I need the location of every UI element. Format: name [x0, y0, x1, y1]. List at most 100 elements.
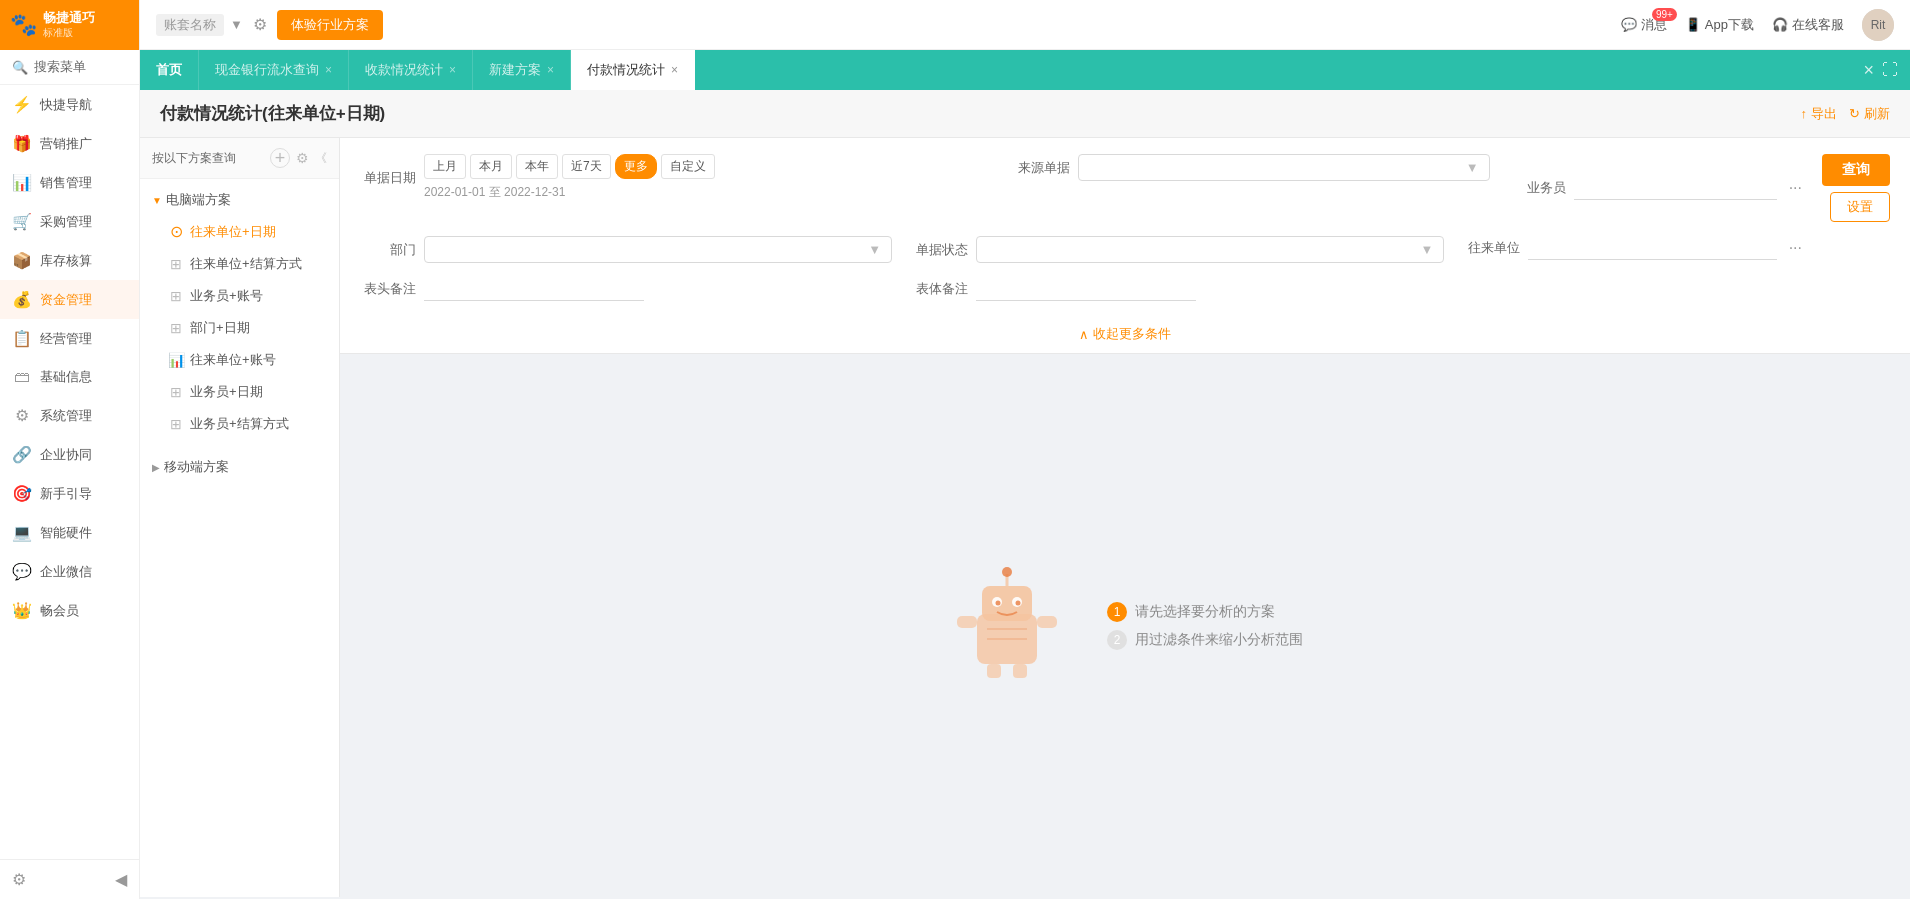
tabbar: 首页 现金银行流水查询 × 收款情况统计 × 新建方案 × 付款情况统计 × ×… [140, 50, 1910, 90]
scheme-item-staff-account[interactable]: ⊞ 业务员+账号 [140, 280, 339, 312]
partner-input[interactable] [1528, 236, 1776, 260]
scheme-item-staff-date[interactable]: ⊞ 业务员+日期 [140, 376, 339, 408]
app-download-btn[interactable]: 📱 App下载 [1685, 16, 1754, 34]
scheme-collapse-icon[interactable]: 《 [315, 150, 327, 167]
guide-icon: 🎯 [12, 484, 32, 503]
sidebar-item-system[interactable]: ⚙ 系统管理 [0, 396, 139, 435]
sidebar-item-label: 库存核算 [40, 252, 92, 270]
sidebar-item-inventory[interactable]: 📦 库存核算 [0, 241, 139, 280]
user-avatar[interactable]: Rit [1862, 9, 1894, 41]
scheme-group-desktop-header[interactable]: ▼ 电脑端方案 [140, 185, 339, 215]
collapse-sidebar-icon[interactable]: ◀ [115, 870, 127, 889]
scheme-item-label: 往来单位+结算方式 [190, 255, 302, 273]
refresh-icon: ↻ [1849, 106, 1860, 121]
scheme-item-label: 业务员+日期 [190, 383, 263, 401]
collapse-bar[interactable]: ∧ 收起更多条件 [340, 315, 1910, 353]
partner-label: 往来单位 [1464, 239, 1520, 257]
sidebar-item-shortcut[interactable]: ⚡ 快捷导航 [0, 85, 139, 124]
sidebar-item-guide[interactable]: 🎯 新手引导 [0, 474, 139, 513]
export-btn[interactable]: ↑ 导出 [1801, 105, 1838, 123]
source-select[interactable]: ▼ [1078, 154, 1490, 181]
sidebar-item-operation[interactable]: 📋 经营管理 [0, 319, 139, 358]
query-btn[interactable]: 查询 [1822, 154, 1890, 186]
search-menu[interactable]: 🔍 搜索菜单 [0, 50, 139, 85]
dept-select[interactable]: ▼ [424, 236, 892, 263]
date-btn-custom[interactable]: 自定义 [661, 154, 715, 179]
query-action-col: 查询 设置 [1810, 154, 1890, 222]
sidebar-item-basic[interactable]: 🗃 基础信息 [0, 358, 139, 396]
dept-chevron-icon: ▼ [868, 242, 881, 257]
scheme-settings-icon[interactable]: ⚙ [296, 150, 309, 166]
empty-step-2: 2 用过滤条件来缩小分析范围 [1107, 630, 1303, 650]
staff-input[interactable] [1574, 176, 1777, 200]
account-selector[interactable]: 账套名称 ▼ [156, 14, 243, 36]
close-all-tabs-icon[interactable]: × [1863, 60, 1874, 81]
tab-bank-close[interactable]: × [325, 63, 332, 77]
sidebar-item-purchase[interactable]: 🛒 采购管理 [0, 202, 139, 241]
date-btn-last-7[interactable]: 近7天 [562, 154, 611, 179]
export-label: 导出 [1811, 105, 1837, 123]
date-btn-this-year[interactable]: 本年 [516, 154, 558, 179]
fund-icon: 💰 [12, 290, 32, 309]
tab-bank[interactable]: 现金银行流水查询 × [199, 50, 349, 90]
table-header-note-input[interactable] [424, 277, 644, 301]
sidebar-item-label: 经营管理 [40, 330, 92, 348]
tab-home[interactable]: 首页 [140, 50, 199, 90]
right-panel: 单据日期 上月 本月 本年 近7天 更多 自定义 [340, 138, 1910, 897]
service-icon: 🎧 [1772, 17, 1788, 32]
date-btn-this-month[interactable]: 本月 [470, 154, 512, 179]
scheme-group-mobile: ▶ 移动端方案 [140, 446, 339, 488]
add-scheme-icon[interactable]: + [270, 148, 290, 168]
tab-new[interactable]: 新建方案 × [473, 50, 571, 90]
date-btn-last-month[interactable]: 上月 [424, 154, 466, 179]
sidebar-item-sales[interactable]: 📊 销售管理 [0, 163, 139, 202]
tab-receipt-close[interactable]: × [449, 63, 456, 77]
messages-btn[interactable]: 💬 消息 99+ [1621, 16, 1667, 34]
filter-section: 单据日期 上月 本月 本年 近7天 更多 自定义 [340, 138, 1910, 354]
trial-btn[interactable]: 体验行业方案 [277, 10, 383, 40]
source-chevron-icon: ▼ [1466, 160, 1479, 175]
shortcut-icon: ⚡ [12, 95, 32, 114]
online-service-btn[interactable]: 🎧 在线客服 [1772, 16, 1844, 34]
scheme-item-dept-date[interactable]: ⊞ 部门+日期 [140, 312, 339, 344]
scheme-item-unit-settlement[interactable]: ⊞ 往来单位+结算方式 [140, 248, 339, 280]
app-icon: 📱 [1685, 17, 1701, 32]
filter-group-table-header-note: 表头备注 [360, 277, 892, 301]
table-body-note-input[interactable] [976, 277, 1196, 301]
scheme-group-mobile-header[interactable]: ▶ 移动端方案 [140, 452, 339, 482]
refresh-btn[interactable]: ↻ 刷新 [1849, 105, 1890, 123]
maximize-icon[interactable]: ⛶ [1882, 61, 1898, 79]
sidebar-item-member[interactable]: 👑 畅会员 [0, 591, 139, 630]
topbar-gear-icon[interactable]: ⚙ [253, 15, 267, 34]
sidebar-item-fund[interactable]: 💰 资金管理 [0, 280, 139, 319]
sidebar-item-enterprise[interactable]: 🔗 企业协同 [0, 435, 139, 474]
search-icon: 🔍 [12, 60, 28, 75]
sidebar-item-marketing[interactable]: 🎁 营销推广 [0, 124, 139, 163]
settings-btn[interactable]: 设置 [1830, 192, 1890, 222]
svg-point-7 [1002, 567, 1012, 577]
partner-ellipsis[interactable]: ··· [1789, 239, 1802, 257]
scheme-item-label: 业务员+账号 [190, 287, 263, 305]
tab-new-close[interactable]: × [547, 63, 554, 77]
system-icon: ⚙ [12, 406, 32, 425]
sidebar-item-wechat[interactable]: 💬 企业微信 [0, 552, 139, 591]
sidebar-item-label: 采购管理 [40, 213, 92, 231]
voucher-status-select[interactable]: ▼ [976, 236, 1444, 263]
scheme-item-staff-settlement[interactable]: ⊞ 业务员+结算方式 [140, 408, 339, 440]
svg-rect-8 [957, 616, 977, 628]
tab-payment-close[interactable]: × [671, 63, 678, 77]
tab-payment[interactable]: 付款情况统计 × [571, 50, 695, 90]
messages-badge: 99+ [1652, 8, 1677, 21]
settings-bottom-icon[interactable]: ⚙ [12, 870, 26, 889]
scheme-item-unit-date[interactable]: ⊙ 往来单位+日期 [140, 215, 339, 248]
date-btn-more[interactable]: 更多 [615, 154, 657, 179]
results-section: 1 请先选择要分析的方案 2 用过滤条件来缩小分析范围 [340, 354, 1910, 897]
step-2-text: 用过滤条件来缩小分析范围 [1135, 631, 1303, 649]
marketing-icon: 🎁 [12, 134, 32, 153]
scheme-item-unit-account[interactable]: 📊 往来单位+账号 [140, 344, 339, 376]
sidebar-item-hardware[interactable]: 💻 智能硬件 [0, 513, 139, 552]
topbar-left: 账套名称 ▼ ⚙ 体验行业方案 [156, 10, 383, 40]
tab-receipt[interactable]: 收款情况统计 × [349, 50, 473, 90]
staff-ellipsis[interactable]: ··· [1789, 179, 1802, 197]
table-header-note-label: 表头备注 [360, 280, 416, 298]
